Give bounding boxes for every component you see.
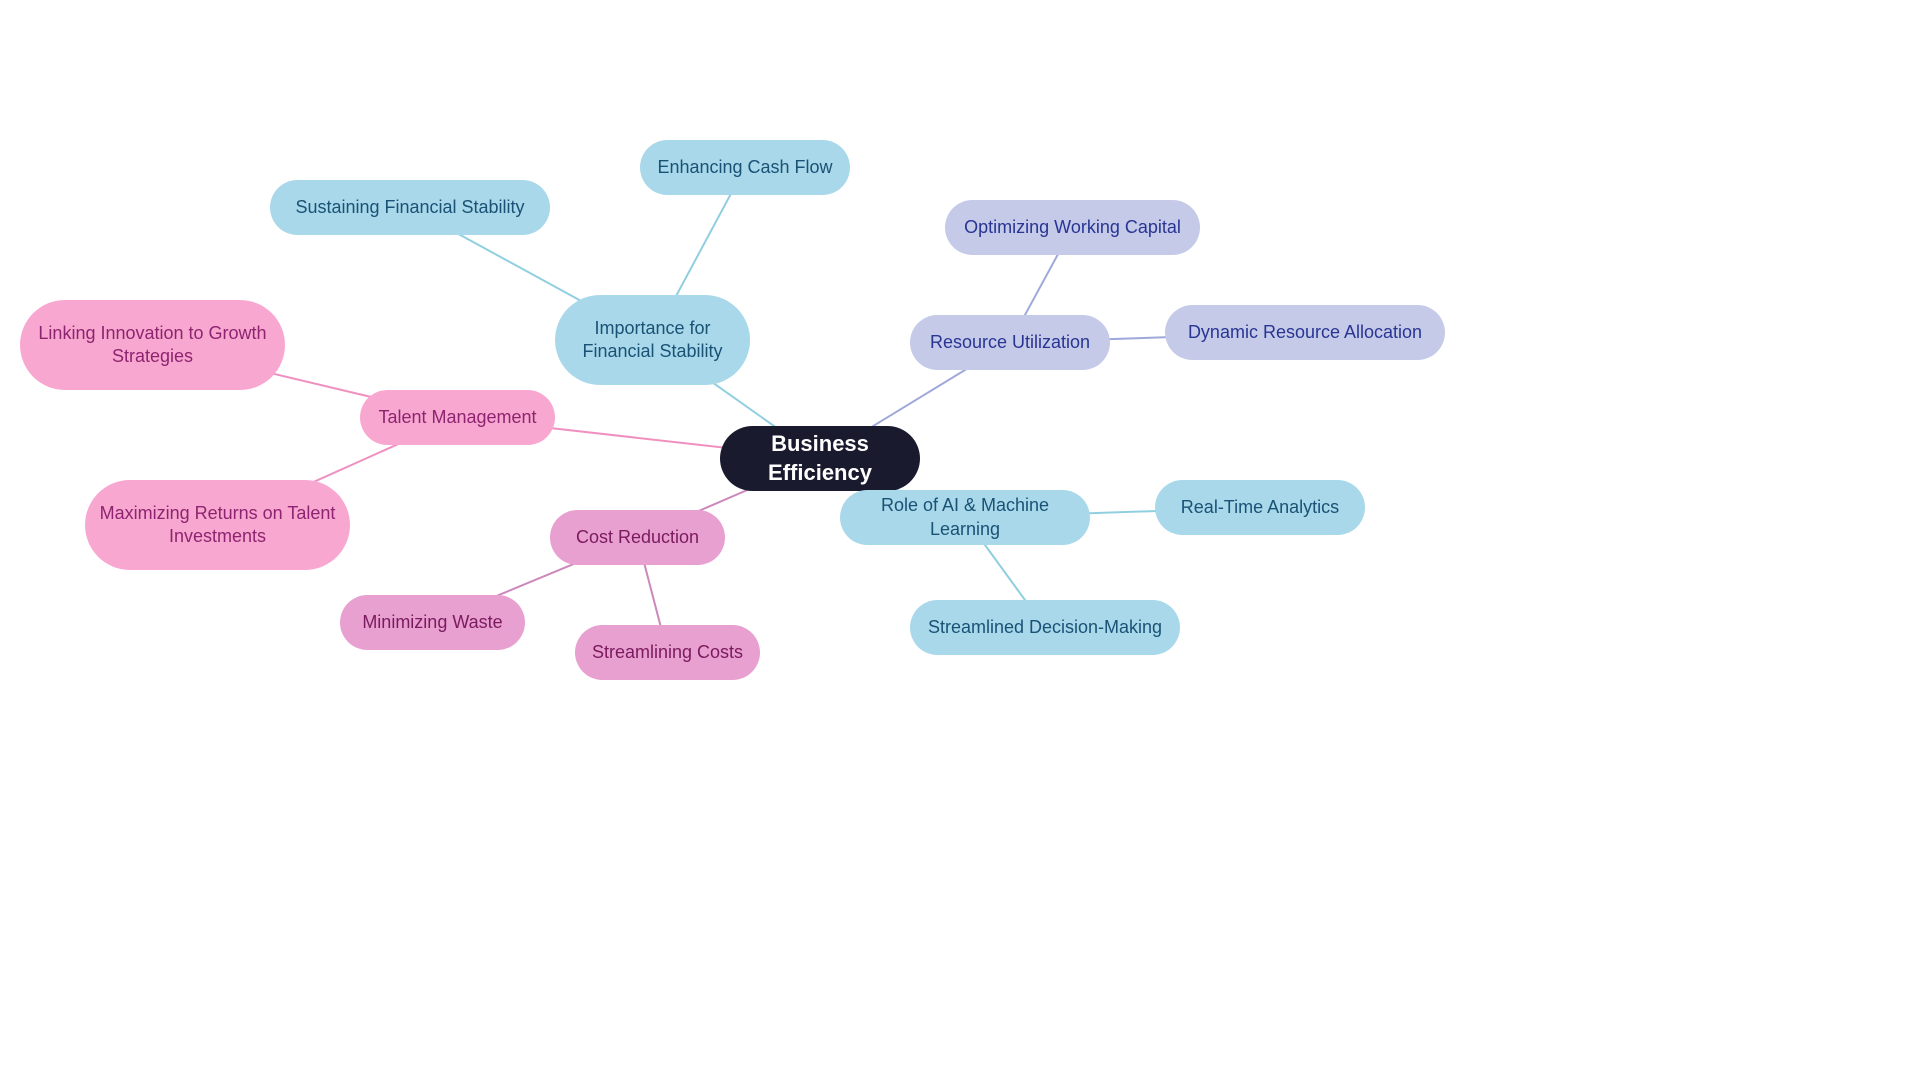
- mind-map-container: Business Efficiency Importance for Financ…: [0, 0, 1920, 1083]
- center-node[interactable]: Business Efficiency: [720, 426, 920, 491]
- node-label-dynamic-resource-allocation: Dynamic Resource Allocation: [1184, 321, 1426, 344]
- node-streamlining-costs[interactable]: Streamlining Costs: [575, 625, 760, 680]
- node-label-optimizing-working-capital: Optimizing Working Capital: [960, 216, 1185, 239]
- node-label-real-time-analytics: Real-Time Analytics: [1177, 496, 1343, 519]
- node-maximizing-returns[interactable]: Maximizing Returns on Talent Investments: [85, 480, 350, 570]
- node-financial-stability[interactable]: Importance for Financial Stability: [555, 295, 750, 385]
- node-label-linking-innovation: Linking Innovation to Growth Strategies: [20, 322, 285, 369]
- node-label-ai-machine-learning: Role of AI & Machine Learning: [840, 494, 1090, 541]
- node-label-financial-stability: Importance for Financial Stability: [555, 317, 750, 364]
- node-linking-innovation[interactable]: Linking Innovation to Growth Strategies: [20, 300, 285, 390]
- node-label-streamlined-decision: Streamlined Decision-Making: [924, 616, 1166, 639]
- node-optimizing-working-capital[interactable]: Optimizing Working Capital: [945, 200, 1200, 255]
- node-talent-management[interactable]: Talent Management: [360, 390, 555, 445]
- node-ai-machine-learning[interactable]: Role of AI & Machine Learning: [840, 490, 1090, 545]
- node-label-enhancing-cash-flow: Enhancing Cash Flow: [653, 156, 836, 179]
- node-minimizing-waste[interactable]: Minimizing Waste: [340, 595, 525, 650]
- node-resource-utilization[interactable]: Resource Utilization: [910, 315, 1110, 370]
- node-dynamic-resource-allocation[interactable]: Dynamic Resource Allocation: [1165, 305, 1445, 360]
- node-label-minimizing-waste: Minimizing Waste: [358, 611, 506, 634]
- node-label-resource-utilization: Resource Utilization: [926, 331, 1094, 354]
- node-sustaining-financial[interactable]: Sustaining Financial Stability: [270, 180, 550, 235]
- node-label-cost-reduction: Cost Reduction: [572, 526, 703, 549]
- node-label-talent-management: Talent Management: [374, 406, 540, 429]
- node-real-time-analytics[interactable]: Real-Time Analytics: [1155, 480, 1365, 535]
- node-label-maximizing-returns: Maximizing Returns on Talent Investments: [85, 502, 350, 549]
- node-label-sustaining-financial: Sustaining Financial Stability: [291, 196, 528, 219]
- node-streamlined-decision[interactable]: Streamlined Decision-Making: [910, 600, 1180, 655]
- center-node-label: Business Efficiency: [720, 430, 920, 487]
- node-label-streamlining-costs: Streamlining Costs: [588, 641, 747, 664]
- node-cost-reduction[interactable]: Cost Reduction: [550, 510, 725, 565]
- node-enhancing-cash-flow[interactable]: Enhancing Cash Flow: [640, 140, 850, 195]
